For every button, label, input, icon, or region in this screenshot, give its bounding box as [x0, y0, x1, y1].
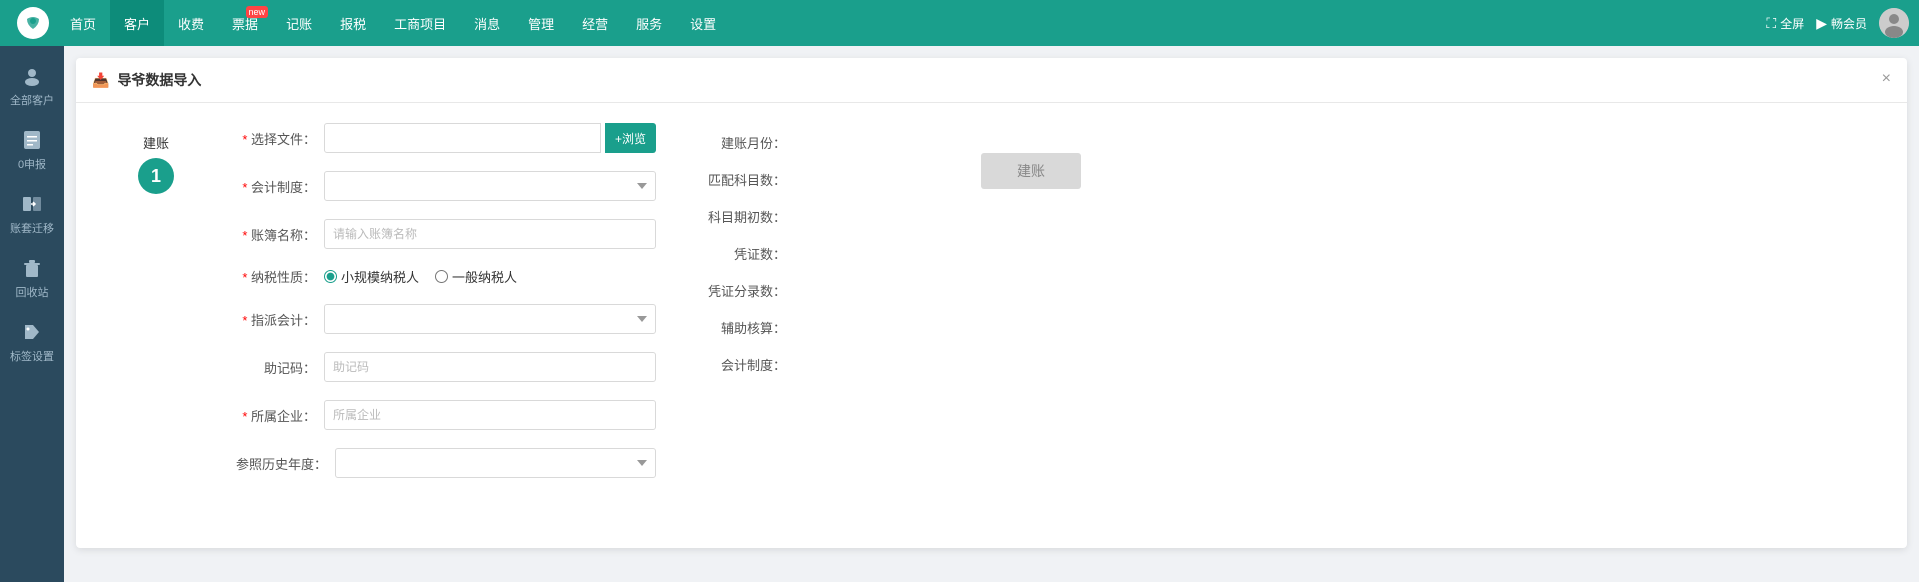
general-taxpayer-label: 一般纳税人: [452, 267, 517, 286]
panel-title-icon: 📥: [92, 72, 109, 89]
ledger-name-label: 账簿名称：: [236, 225, 316, 244]
declaration-icon: [20, 128, 44, 152]
tax-type-row: 纳税性质： 小规模纳税人 一般纳税人: [236, 267, 656, 286]
sidebar-item-tag-settings[interactable]: 标签设置: [0, 310, 64, 374]
company-row: 所属企业：: [236, 400, 656, 430]
history-year-row: 参照历史年度：: [236, 448, 656, 478]
nav-right: ⛶ 全屏 ▶ 畅会员: [1766, 8, 1909, 38]
file-input-area: +浏览: [324, 123, 656, 153]
info-row-vouchers: 凭证数：: [696, 244, 916, 263]
accountant-select[interactable]: [324, 304, 656, 334]
fullscreen-button[interactable]: ⛶ 全屏: [1766, 15, 1804, 32]
nav-item-customers[interactable]: 客户: [110, 0, 164, 46]
sidebar-item-all-customers[interactable]: 全部客户: [0, 54, 64, 118]
general-taxpayer-radio[interactable]: [435, 270, 448, 283]
nav-item-invoices[interactable]: 票据 new: [218, 0, 272, 46]
step-section: 建账 1: [116, 123, 196, 478]
small-taxpayer-option[interactable]: 小规模纳税人: [324, 267, 419, 286]
vip-button[interactable]: ▶ 畅会员: [1816, 15, 1867, 32]
build-account-button[interactable]: 建账: [981, 153, 1081, 189]
small-taxpayer-label: 小规模纳税人: [341, 267, 419, 286]
history-year-label: 参照历史年度：: [236, 454, 327, 473]
logo: [10, 0, 56, 46]
memo-code-label: 助记码：: [236, 358, 316, 377]
info-label-subject-opening: 科目期初数：: [696, 207, 786, 226]
panel-body: 建账 1 选择文件： +浏览 会计制度：: [76, 103, 1907, 498]
accountant-label: 指派会计：: [236, 310, 316, 329]
nav-item-settings[interactable]: 设置: [676, 0, 730, 46]
small-taxpayer-radio[interactable]: [324, 270, 337, 283]
info-label-subjects: 匹配科目数：: [696, 170, 786, 189]
nav-item-operations[interactable]: 经营: [568, 0, 622, 46]
new-badge: new: [246, 6, 269, 18]
info-row-month: 建账月份：: [696, 133, 916, 152]
tag-icon: [20, 320, 44, 344]
import-panel: 📥 导爷数据导入 × 建账 1 选择文件： +浏览: [76, 58, 1907, 548]
nav-item-bookkeeping[interactable]: 记账: [272, 0, 326, 46]
main-layout: 全部客户 0申报 账套迁移: [0, 46, 1919, 582]
nav-item-services[interactable]: 服务: [622, 0, 676, 46]
ledger-name-input[interactable]: [324, 219, 656, 249]
nav-item-business[interactable]: 工商项目: [380, 0, 460, 46]
info-label-entries: 凭证分录数：: [696, 281, 786, 300]
panel-title: 导爷数据导入: [117, 70, 201, 90]
info-label-month: 建账月份：: [696, 133, 786, 152]
sidebar-item-account-migration[interactable]: 账套迁移: [0, 182, 64, 246]
nav-item-manage[interactable]: 管理: [514, 0, 568, 46]
ledger-name-row: 账簿名称：: [236, 219, 656, 249]
vip-icon: ▶: [1816, 15, 1827, 32]
info-section: 建账月份： 匹配科目数： 科目期初数： 凭证数：: [696, 123, 916, 478]
nav-item-tax[interactable]: 报税: [326, 0, 380, 46]
nav-item-fees[interactable]: 收费: [164, 0, 218, 46]
content-area: 📥 导爷数据导入 × 建账 1 选择文件： +浏览: [64, 46, 1919, 582]
form-section: 选择文件： +浏览 会计制度：: [236, 123, 656, 478]
history-year-select[interactable]: [335, 448, 656, 478]
step-circle: 1: [138, 158, 174, 194]
avatar[interactable]: [1879, 8, 1909, 38]
company-label: 所属企业：: [236, 406, 316, 425]
general-taxpayer-option[interactable]: 一般纳税人: [435, 267, 517, 286]
nav-item-messages[interactable]: 消息: [460, 0, 514, 46]
accounting-system-row: 会计制度：: [236, 171, 656, 201]
top-nav: 首页 客户 收费 票据 new 记账 报税 工商项目 消息 管理 经营: [0, 0, 1919, 46]
info-label-vouchers: 凭证数：: [696, 244, 786, 263]
browse-button[interactable]: +浏览: [605, 123, 656, 153]
action-column: 建账: [956, 123, 1106, 478]
tax-type-label: 纳税性质：: [236, 267, 316, 286]
accounting-system-select[interactable]: [324, 171, 656, 201]
tax-type-radio-group: 小规模纳税人 一般纳税人: [324, 267, 517, 286]
sidebar: 全部客户 0申报 账套迁移: [0, 46, 64, 582]
fullscreen-icon: ⛶: [1766, 15, 1776, 32]
all-customers-icon: [20, 64, 44, 88]
memo-code-input[interactable]: [324, 352, 656, 382]
step-label: 建账: [143, 133, 169, 152]
accountant-row: 指派会计：: [236, 304, 656, 334]
accounting-system-label: 会计制度：: [236, 177, 316, 196]
info-label-system: 会计制度：: [696, 355, 786, 374]
company-input[interactable]: [324, 400, 656, 430]
info-row-entries: 凭证分录数：: [696, 281, 916, 300]
info-row-subject-opening: 科目期初数：: [696, 207, 916, 226]
info-row-subjects: 匹配科目数：: [696, 170, 916, 189]
info-row-auxiliary: 辅助核算：: [696, 318, 916, 337]
logo-icon: [17, 7, 49, 39]
recycle-icon: [20, 256, 44, 280]
sidebar-item-zero-declaration[interactable]: 0申报: [0, 118, 64, 182]
nav-items: 首页 客户 收费 票据 new 记账 报税 工商项目 消息 管理 经营: [56, 0, 1766, 46]
panel-header: 📥 导爷数据导入 ×: [76, 58, 1907, 103]
info-row-system: 会计制度：: [696, 355, 916, 374]
nav-item-home[interactable]: 首页: [56, 0, 110, 46]
info-label-auxiliary: 辅助核算：: [696, 318, 786, 337]
migration-icon: [20, 192, 44, 216]
file-input[interactable]: [324, 123, 601, 153]
file-label: 选择文件：: [236, 129, 316, 148]
file-row: 选择文件： +浏览: [236, 123, 656, 153]
close-button[interactable]: ×: [1882, 70, 1891, 88]
sidebar-item-recycle-bin[interactable]: 回收站: [0, 246, 64, 310]
memo-code-row: 助记码：: [236, 352, 656, 382]
